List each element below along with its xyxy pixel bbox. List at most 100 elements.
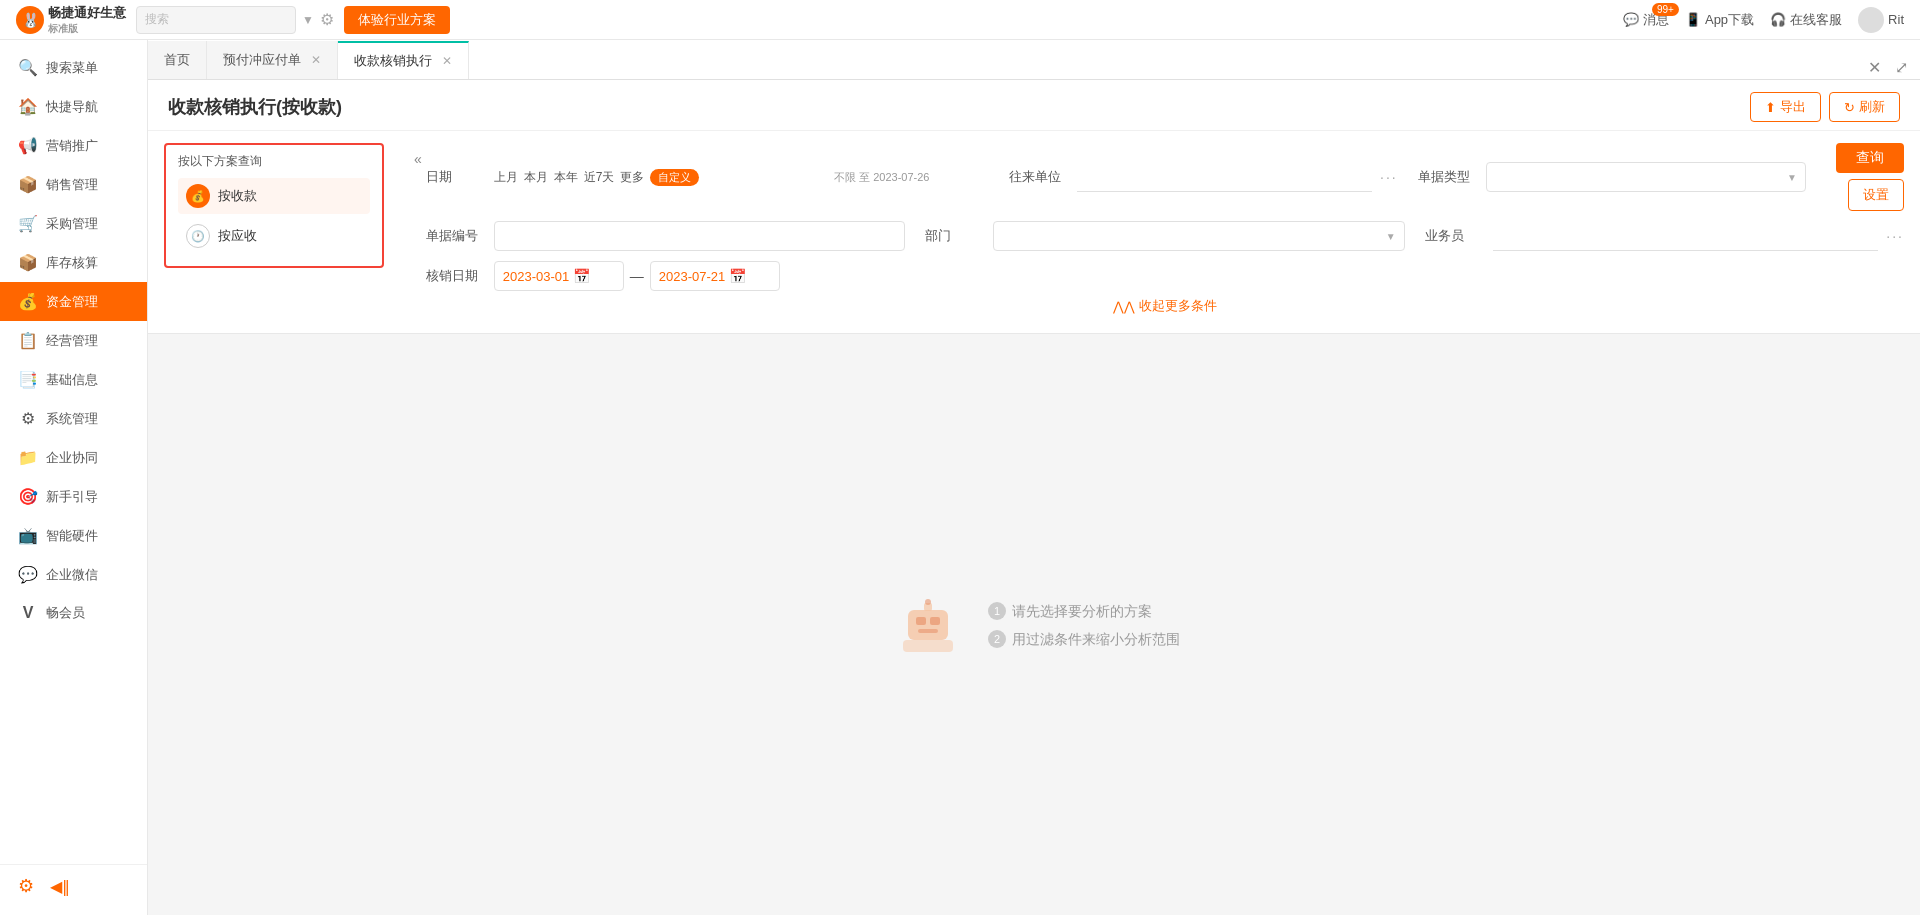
bill-type-arrow: ▼ <box>1787 172 1797 183</box>
filter-option-by-receipt[interactable]: 💰 按收款 <box>178 178 370 214</box>
refresh-icon: ↻ <box>1844 100 1855 115</box>
empty-state: 1 请先选择要分析的方案 2 用过滤条件来缩小分析范围 <box>888 585 1180 665</box>
sidebar-label-marketing: 营销推广 <box>46 137 98 155</box>
writeoff-date-label: 核销日期 <box>426 267 486 285</box>
sidebar-item-inventory[interactable]: 📦 库存核算 <box>0 243 147 282</box>
message-icon: 💬 <box>1623 12 1639 27</box>
sidebar-item-system[interactable]: ⚙ 系统管理 <box>0 399 147 438</box>
filter-action-col: 查询 设置 <box>1826 143 1904 211</box>
writeoff-date-end-input[interactable]: 2023-07-21 📅 <box>650 261 780 291</box>
close-tab-btn[interactable]: ✕ <box>1864 56 1885 79</box>
query-btn[interactable]: 查询 <box>1836 143 1904 173</box>
sidebar-label-quick-nav: 快捷导航 <box>46 98 98 116</box>
dept-select[interactable]: ▼ <box>993 221 1404 251</box>
app-download-btn[interactable]: 📱 App下载 <box>1685 11 1754 29</box>
export-btn[interactable]: ⬆ 导出 <box>1750 92 1821 122</box>
salesperson-label: 业务员 <box>1425 227 1485 245</box>
main-content: 1 请先选择要分析的方案 2 用过滤条件来缩小分析范围 <box>148 334 1920 915</box>
basic-info-icon: 📑 <box>18 370 38 389</box>
sidebar-item-enterprise[interactable]: 📁 企业协同 <box>0 438 147 477</box>
tab-receivable[interactable]: 收款核销执行 ✕ <box>338 41 469 79</box>
salesperson-more-btn[interactable]: ··· <box>1886 228 1904 244</box>
tab-receivable-close[interactable]: ✕ <box>442 54 452 68</box>
logo-icon: 🐰 <box>16 6 44 34</box>
sidebar-label-search-menu: 搜索菜单 <box>46 59 98 77</box>
setting-btn[interactable]: 设置 <box>1848 179 1904 211</box>
date-last-month[interactable]: 上月 <box>494 169 518 186</box>
collapse-sidebar-btn[interactable]: ◀‖ <box>50 877 70 896</box>
sidebar-item-business[interactable]: 📋 经营管理 <box>0 321 147 360</box>
tab-controls: ✕ ⤢ <box>1856 56 1920 79</box>
top-bar-left: 🐰 畅捷通好生意 标准版 搜索 ▼ ⚙ 体验行业方案 <box>16 4 450 36</box>
search-menu-icon: 🔍 <box>18 58 38 77</box>
sidebar-item-finance[interactable]: 💰 资金管理 <box>0 282 147 321</box>
top-search-display[interactable]: 搜索 <box>136 6 296 34</box>
counterparty-more-btn[interactable]: ··· <box>1380 169 1398 185</box>
filter-collapse-btn[interactable]: « <box>410 151 426 167</box>
writeoff-date-start-input[interactable]: 2023-03-01 📅 <box>494 261 624 291</box>
smart-hw-icon: 📺 <box>18 526 38 545</box>
svg-rect-0 <box>908 610 948 640</box>
svg-rect-4 <box>903 640 953 652</box>
tab-prepay-close[interactable]: ✕ <box>311 53 321 67</box>
sidebar-item-search-menu[interactable]: 🔍 搜索菜单 <box>0 48 147 87</box>
filter-row-1: 日期 上月 本月 本年 近7天 更多 自定义 不限 至 2023-0 <box>426 143 1904 211</box>
sidebar-item-marketing[interactable]: 📢 营销推广 <box>0 126 147 165</box>
sidebar-item-smart-hw[interactable]: 📺 智能硬件 <box>0 516 147 555</box>
bill-type-select[interactable]: ▼ <box>1486 162 1806 192</box>
empty-text: 1 请先选择要分析的方案 2 用过滤条件来缩小分析范围 <box>988 597 1180 653</box>
writeoff-date-field: 核销日期 2023-03-01 📅 — 2023-07-21 📅 <box>426 261 1904 291</box>
date-this-year[interactable]: 本年 <box>554 169 578 186</box>
sidebar-label-smart-hw: 智能硬件 <box>46 527 98 545</box>
calendar-end-icon[interactable]: 📅 <box>729 268 746 284</box>
messages-btn[interactable]: 💬 消息 99+ <box>1623 11 1669 29</box>
tabs-bar: 首页 预付冲应付单 ✕ 收款核销执行 ✕ ✕ ⤢ <box>148 40 1920 80</box>
empty-step-1-text: 请先选择要分析的方案 <box>1012 597 1152 625</box>
brand-name: 畅捷通好生意 <box>48 4 126 22</box>
industry-btn[interactable]: 体验行业方案 <box>344 6 450 34</box>
settings-icon[interactable]: ⚙ <box>18 875 34 897</box>
brand-text: 畅捷通好生意 标准版 <box>48 4 126 36</box>
date-last-7-days[interactable]: 近7天 <box>584 169 615 186</box>
calendar-start-icon[interactable]: 📅 <box>573 268 590 284</box>
refresh-btn[interactable]: ↻ 刷新 <box>1829 92 1900 122</box>
filter-scheme-selector: 按以下方案查询 💰 按收款 🕐 按应收 <box>164 143 384 268</box>
date-more[interactable]: 更多 <box>620 169 644 186</box>
sidebar-item-purchase[interactable]: 🛒 采购管理 <box>0 204 147 243</box>
tab-home[interactable]: 首页 <box>148 41 207 79</box>
sidebar-item-wecom[interactable]: 💬 企业微信 <box>0 555 147 594</box>
sidebar-item-quick-nav[interactable]: 🏠 快捷导航 <box>0 87 147 126</box>
gear-icon-top[interactable]: ⚙ <box>320 10 334 29</box>
sidebar-item-basic-info[interactable]: 📑 基础信息 <box>0 360 147 399</box>
bill-type-field: 单据类型 ▼ <box>1418 162 1806 192</box>
tab-prepay-label: 预付冲应付单 <box>223 51 301 69</box>
collapse-more-btn[interactable]: ⋀⋀ 收起更多条件 <box>426 291 1904 321</box>
sidebar-item-newbie[interactable]: 🎯 新手引导 <box>0 477 147 516</box>
top-bar: 🐰 畅捷通好生意 标准版 搜索 ▼ ⚙ 体验行业方案 💬 消息 99+ 📱 Ap… <box>0 0 1920 40</box>
content-area: 首页 预付冲应付单 ✕ 收款核销执行 ✕ ✕ ⤢ 收款核销执行(按收款) ⬆ 导… <box>148 40 1920 915</box>
date-custom-badge[interactable]: 自定义 <box>650 169 699 186</box>
empty-step-1: 1 请先选择要分析的方案 <box>988 597 1180 625</box>
online-service-btn[interactable]: 🎧 在线客服 <box>1770 11 1842 29</box>
dept-field: 部门 ▼ <box>925 221 1404 251</box>
sidebar: 🔍 搜索菜单 🏠 快捷导航 📢 营销推广 📦 销售管理 🛒 采购管理 📦 库存核… <box>0 40 148 915</box>
svg-rect-1 <box>916 617 926 625</box>
sidebar-item-sales[interactable]: 📦 销售管理 <box>0 165 147 204</box>
bill-no-input[interactable] <box>494 221 905 251</box>
sidebar-item-member[interactable]: V 畅会员 <box>0 594 147 632</box>
date-label: 日期 <box>426 168 486 186</box>
page-actions: ⬆ 导出 ↻ 刷新 <box>1750 92 1900 122</box>
app-logo: 🐰 畅捷通好生意 标准版 <box>16 4 126 36</box>
chevron-down-icon[interactable]: ▼ <box>302 13 314 27</box>
tab-prepay[interactable]: 预付冲应付单 ✕ <box>207 41 338 79</box>
purchase-icon: 🛒 <box>18 214 38 233</box>
sidebar-label-sales: 销售管理 <box>46 176 98 194</box>
sales-icon: 📦 <box>18 175 38 194</box>
maximize-btn[interactable]: ⤢ <box>1891 56 1912 79</box>
step-1-num: 1 <box>988 602 1006 620</box>
filter-option-by-receivable[interactable]: 🕐 按应收 <box>178 218 370 254</box>
bill-type-label: 单据类型 <box>1418 168 1478 186</box>
user-menu[interactable]: Rit <box>1858 7 1904 33</box>
date-this-month[interactable]: 本月 <box>524 169 548 186</box>
bill-no-label: 单据编号 <box>426 227 486 245</box>
